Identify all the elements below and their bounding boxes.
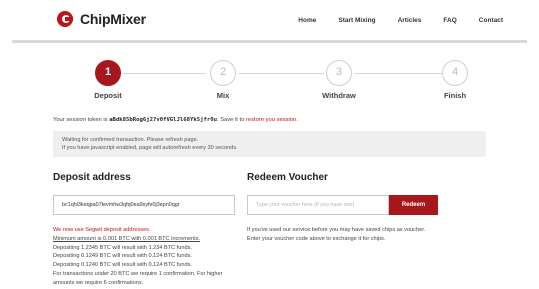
voucher-info: If you've used our service before you ma… <box>247 226 447 244</box>
step-label: Mix <box>216 91 230 100</box>
deposit-address-field[interactable]: bc1qhl3keqpa07tevmhw3qfq0ea9syfe0j3epn0q… <box>53 195 235 215</box>
step-number-badge: 2 <box>210 60 236 86</box>
confirmations-note-cont: amounts we require 6 confirmations. <box>53 279 144 286</box>
deposit-address-heading: Deposit address <box>53 172 131 183</box>
notice-line-waiting: Waiting for confirmed transaction. Pleas… <box>62 137 199 143</box>
deposit-example: Depositing 0.1240 BTC will result with 0… <box>53 262 192 269</box>
main-nav: Home Start Mixing Articles FAQ Contact <box>276 17 503 24</box>
step-deposit: 1 Deposit <box>78 60 138 100</box>
voucher-info-line: If you've used our service before you ma… <box>247 227 426 233</box>
confirmations-note: For transactions under 20 BTC we require… <box>53 270 223 277</box>
nav-start-mixing-link[interactable]: Start Mixing <box>338 17 375 24</box>
nav-articles-link[interactable]: Articles <box>398 17 422 24</box>
redeem-button[interactable]: Redeem <box>389 195 438 215</box>
site-header: ChipMixer Home Start Mixing Articles FAQ… <box>0 0 539 40</box>
session-token-middle: . Save it to <box>216 117 246 123</box>
nav-faq-link[interactable]: FAQ <box>443 17 456 24</box>
restore-session-link[interactable]: restore you session <box>246 117 296 123</box>
session-token-suffix: . <box>296 117 298 123</box>
session-token-prefix: Your session token is <box>53 117 110 123</box>
session-token-line: Your session token is aBdk85bRog6j27v0fV… <box>53 117 298 123</box>
segwit-note: We now use Segwit deposit addresses. <box>53 227 151 233</box>
nav-home-link[interactable]: Home <box>298 17 316 24</box>
step-number-badge: 4 <box>442 60 468 86</box>
header-divider <box>12 40 527 43</box>
step-mix: 2 Mix <box>193 60 253 100</box>
step-number-badge: 3 <box>326 60 352 86</box>
step-number-badge: 1 <box>95 60 121 86</box>
progress-steps: 1 Deposit 2 Mix 3 Withdraw 4 Finish <box>0 60 539 110</box>
notice-line-autorefresh: If you have javascript enabled, page wil… <box>62 145 238 151</box>
step-withdraw: 3 Withdraw <box>309 60 369 100</box>
redeem-voucher-heading: Redeem Voucher <box>247 172 328 183</box>
voucher-info-line: Enter your voucher code above to exchang… <box>247 235 386 242</box>
nav-contact-link[interactable]: Contact <box>479 17 503 24</box>
step-finish: 4 Finish <box>425 60 485 100</box>
deposit-example: Depositing 0.1249 BTC will result with 0… <box>53 253 192 260</box>
step-label: Withdraw <box>322 91 356 100</box>
brand-name[interactable]: ChipMixer <box>80 11 146 27</box>
minimum-amount-note: Minimum amount is 0.001 BTC with 0.001 B… <box>53 235 201 242</box>
step-label: Finish <box>443 91 467 100</box>
step-label: Deposit <box>94 91 122 100</box>
voucher-input[interactable] <box>247 195 389 215</box>
waiting-notice: Waiting for confirmed transaction. Pleas… <box>53 131 486 157</box>
session-token-value[interactable]: aBdk85bRog6j27v0fVGlJl68Yk5jfr0u <box>109 117 217 123</box>
deposit-example: Depositing 1.2345 BTC will result with 1… <box>53 244 192 251</box>
deposit-info: We now use Segwit deposit addresses. Min… <box>53 226 243 288</box>
chipmixer-logo-icon[interactable] <box>57 11 73 27</box>
